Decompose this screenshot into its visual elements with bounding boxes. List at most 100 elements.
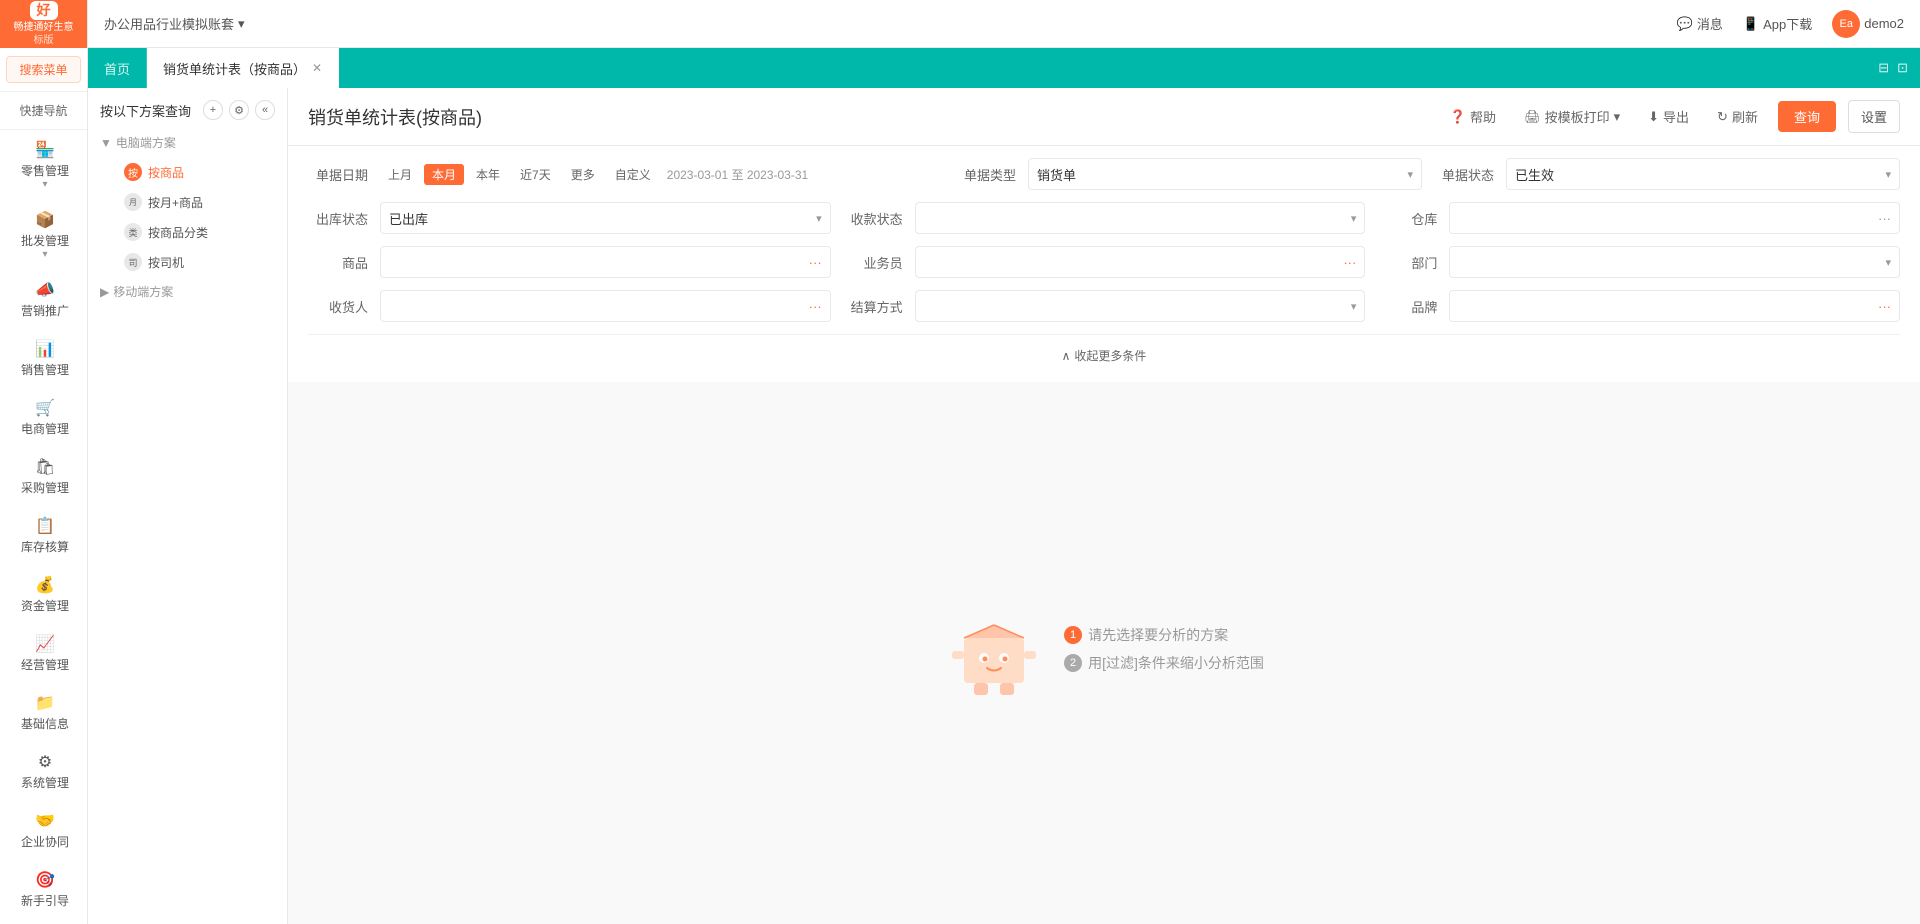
scheme-by-category[interactable]: 类 按商品分类: [112, 217, 287, 247]
step2-text: 用[过滤]条件来缩小分析范围: [1088, 653, 1264, 673]
query-label: 查询: [1794, 107, 1820, 126]
maximize-icon[interactable]: ⊡: [1897, 60, 1908, 76]
date-tab-this-month[interactable]: 本月: [424, 164, 464, 185]
warehouse-selector[interactable]: ···: [1449, 202, 1900, 234]
empty-state: 1 请先选择要分析的方案 2 用[过滤]条件来缩小分析范围: [288, 382, 1920, 924]
sidebar-item-cooperation[interactable]: 🤝 企业协同: [0, 801, 87, 860]
settings-label: 设置: [1861, 107, 1887, 126]
collapse-button[interactable]: ∧ 收起更多条件: [308, 341, 1900, 370]
sidebar-item-marketing[interactable]: 📣 营销推广: [0, 270, 87, 329]
date-tab-custom[interactable]: 自定义: [607, 164, 659, 185]
sidebar-item-finance[interactable]: 💰 资金管理: [0, 565, 87, 624]
left-panel-title: 按以下方案查询 + ⚙ «: [88, 100, 287, 128]
tab-close-icon[interactable]: ✕: [312, 61, 322, 75]
guide-label: 新手引导: [21, 892, 69, 909]
sidebar-item-sales[interactable]: 📊 销售管理: [0, 329, 87, 388]
dept-selector[interactable]: ▾: [1449, 246, 1900, 278]
by-month-goods-label: 按月+商品: [148, 194, 203, 211]
goods-input[interactable]: ···: [380, 246, 831, 278]
sidebar-item-purchase[interactable]: 🛍 采购管理: [0, 447, 87, 506]
brand-dots[interactable]: ···: [1878, 299, 1891, 314]
marketing-icon: 📣: [35, 280, 55, 300]
goods-dots[interactable]: ···: [809, 255, 822, 270]
sidebar-item-ecommerce[interactable]: 🛒 电商管理: [0, 388, 87, 447]
out-status-selector[interactable]: 已出库 ▾: [380, 202, 831, 234]
staff-input[interactable]: ···: [915, 246, 1366, 278]
sidebar-item-retail[interactable]: 🏪 零售管理 ▾: [0, 130, 87, 200]
minimize-icon[interactable]: ⊟: [1878, 60, 1889, 76]
receiver-input[interactable]: ···: [380, 290, 831, 322]
date-tab-this-year[interactable]: 本年: [468, 164, 508, 185]
tab-report[interactable]: 销货单统计表（按商品） ✕: [147, 48, 339, 88]
retail-expand: ▾: [42, 179, 47, 190]
warehouse-dots[interactable]: ···: [1878, 211, 1891, 226]
payment-method-selector[interactable]: ▾: [915, 290, 1366, 322]
status-selector[interactable]: 已生效 ▾: [1506, 158, 1900, 190]
type-label: 单据类型: [956, 165, 1016, 184]
left-panel: 按以下方案查询 + ⚙ « ▼ 电脑端方案 按 按商品 月 按月+商品: [88, 88, 288, 924]
sidebar-item-guide[interactable]: 🎯 新手引导: [0, 860, 87, 919]
content-area: 按以下方案查询 + ⚙ « ▼ 电脑端方案 按 按商品 月 按月+商品: [88, 88, 1920, 924]
industry-selector[interactable]: 办公用品行业模拟账套 ▾: [104, 14, 245, 33]
by-goods-icon: 按: [124, 163, 142, 181]
app-download-button[interactable]: 📱 App下载: [1743, 14, 1812, 33]
sales-icon: 📊: [35, 339, 55, 359]
query-button[interactable]: 查询: [1778, 101, 1836, 132]
app-download-icon: 📱: [1743, 16, 1759, 32]
scheme-by-driver[interactable]: 司 按司机: [112, 247, 287, 277]
sidebar-item-wholesale[interactable]: 📦 批发管理 ▾: [0, 200, 87, 270]
main-area: 办公用品行业模拟账套 ▾ 💬 消息 📱 App下载 Ea demo2 首页: [88, 0, 1920, 924]
print-button[interactable]: 🖨 按模板打印 ▾: [1516, 103, 1628, 130]
message-button[interactable]: 💬 消息: [1677, 14, 1723, 33]
sidebar-item-management[interactable]: 📈 经营管理: [0, 624, 87, 683]
tab-home[interactable]: 首页: [88, 48, 147, 88]
sidebar: 好 畅捷通好生意 标版 搜索菜单 快捷导航 🏪 零售管理 ▾ 📦 批发管理 ▾ …: [0, 0, 88, 924]
sidebar-item-inventory[interactable]: 📋 库存核算: [0, 506, 87, 565]
search-menu-button[interactable]: 搜索菜单: [6, 56, 81, 83]
scheme-by-month-goods[interactable]: 月 按月+商品: [112, 187, 287, 217]
help-icon: ❓: [1450, 109, 1466, 125]
date-tab-more[interactable]: 更多: [563, 164, 603, 185]
export-button[interactable]: ⬇ 导出: [1640, 103, 1697, 130]
scheme-by-goods[interactable]: 按 按商品: [112, 157, 287, 187]
mobile-scheme-group[interactable]: ▶ 移动端方案: [88, 277, 287, 306]
wholesale-label: 批发管理: [21, 232, 69, 249]
scheme-settings-button[interactable]: ⚙: [229, 100, 249, 120]
basic-info-icon: 📁: [35, 693, 55, 713]
date-tab-7days[interactable]: 近7天: [512, 164, 559, 185]
dept-label: 部门: [1377, 253, 1437, 272]
left-panel-title-text: 按以下方案查询: [100, 101, 191, 120]
type-selector[interactable]: 销货单 ▾: [1028, 158, 1422, 190]
sidebar-item-app-center[interactable]: 📱 应用中心: [0, 919, 87, 924]
payment-selector[interactable]: ▾: [915, 202, 1366, 234]
export-label: 导出: [1663, 107, 1689, 126]
step1-circle: 1: [1064, 626, 1082, 644]
sidebar-item-basic-info[interactable]: 📁 基础信息: [0, 683, 87, 742]
avatar: Ea: [1832, 10, 1860, 38]
by-driver-icon: 司: [124, 253, 142, 271]
date-tab-last-month[interactable]: 上月: [380, 164, 420, 185]
receiver-dots[interactable]: ···: [809, 299, 822, 314]
brand-input[interactable]: ···: [1449, 290, 1900, 322]
print-icon: 🖨: [1524, 109, 1541, 125]
help-button[interactable]: ❓ 帮助: [1442, 103, 1504, 130]
settings-button[interactable]: 设置: [1848, 100, 1900, 133]
sidebar-item-system[interactable]: ⚙ 系统管理: [0, 742, 87, 801]
system-label: 系统管理: [21, 774, 69, 791]
staff-dots[interactable]: ···: [1343, 255, 1356, 270]
payment-method-dropdown-icon: ▾: [1351, 300, 1357, 313]
wholesale-icon: 📦: [35, 210, 55, 230]
tab-home-label: 首页: [104, 59, 130, 78]
collapse-panel-button[interactable]: «: [255, 100, 275, 120]
message-icon: 💬: [1677, 16, 1693, 32]
date-tabs: 上月 本月 本年 近7天 更多 自定义: [380, 164, 659, 185]
refresh-button[interactable]: ↻ 刷新: [1709, 103, 1766, 130]
add-scheme-button[interactable]: +: [203, 100, 223, 120]
filter-row-1: 单据日期 上月 本月 本年 近7天 更多 自定义 2023-03-01 至 20…: [308, 158, 1900, 190]
user-profile[interactable]: Ea demo2: [1832, 10, 1904, 38]
page-header: 销货单统计表(按商品) ❓ 帮助 🖨 按模板打印 ▾ ⬇: [288, 88, 1920, 146]
logo-icon: 好: [30, 1, 58, 19]
desktop-scheme-group[interactable]: ▼ 电脑端方案: [88, 128, 287, 157]
by-driver-label: 按司机: [148, 254, 184, 271]
marketing-label: 营销推广: [21, 302, 69, 319]
